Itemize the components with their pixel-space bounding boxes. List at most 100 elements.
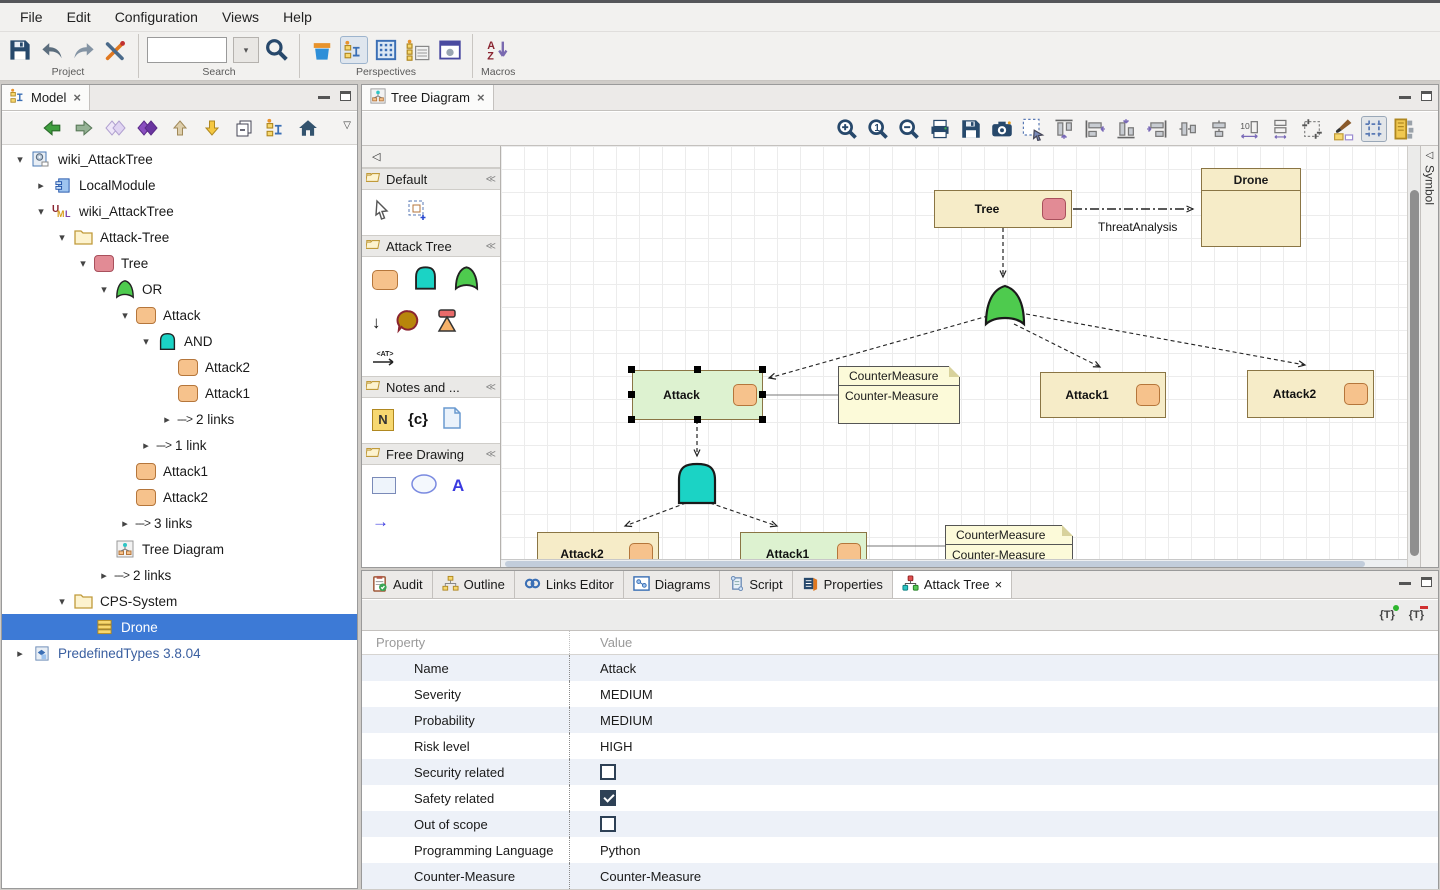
search-input[interactable] <box>147 37 227 63</box>
maximize-icon[interactable] <box>340 91 351 101</box>
paint-bucket-icon[interactable] <box>308 36 336 64</box>
at-link-tool[interactable]: <AT> <box>372 351 398 366</box>
countermeasure-note-1[interactable]: CounterMeasure Counter-Measure <box>838 366 960 424</box>
tree-item-attack1-or[interactable]: Attack1 <box>2 458 357 484</box>
cursor-tool-icon[interactable] <box>372 199 392 224</box>
format-paint-icon[interactable] <box>1330 116 1356 142</box>
table-row[interactable]: Safety related <box>362 785 1438 811</box>
close-icon[interactable]: × <box>477 90 485 105</box>
expander-icon[interactable]: ▾ <box>136 335 156 348</box>
minimize-icon[interactable] <box>1399 575 1411 585</box>
collapse-all-icon[interactable] <box>232 116 256 140</box>
home-icon[interactable] <box>296 116 320 140</box>
countermeasure-note-2[interactable]: CounterMeasure Counter-Measure <box>945 525 1073 559</box>
tree-item-wiki-attacktree-root[interactable]: ▾wiki_AttackTree <box>2 146 357 172</box>
table-row[interactable]: Name Attack <box>362 655 1438 681</box>
move-down-icon[interactable] <box>200 116 224 140</box>
redo-icon[interactable] <box>70 36 98 64</box>
selection-handle[interactable] <box>759 416 766 423</box>
tab-links-editor[interactable]: Links Editor <box>515 571 624 598</box>
selection-handle[interactable] <box>694 366 701 373</box>
expander-icon[interactable]: ▾ <box>115 309 135 322</box>
link-tool[interactable]: ↓ <box>372 313 381 333</box>
align-bottom-icon[interactable] <box>1113 116 1139 142</box>
expander-icon[interactable]: ▸ <box>94 569 114 582</box>
table-row[interactable]: Out of scope <box>362 811 1438 837</box>
save-diagram-icon[interactable] <box>958 116 984 142</box>
close-icon[interactable]: × <box>995 577 1003 592</box>
zoom-reset-icon[interactable]: 1 <box>865 116 891 142</box>
align-right-icon[interactable] <box>1144 116 1170 142</box>
tree-item-drone[interactable]: Drone <box>2 614 357 640</box>
expander-icon[interactable]: ▸ <box>10 647 30 660</box>
root-attack-tool[interactable] <box>435 308 459 337</box>
expand-symbol-icon[interactable]: ◁ <box>1426 150 1434 161</box>
tab-properties[interactable]: Properties <box>793 571 893 598</box>
attack-node-badge-icon[interactable] <box>837 543 861 559</box>
tree-item-2-links-tree[interactable]: ▸--->2 links <box>2 562 357 588</box>
menu-file[interactable]: File <box>8 3 55 31</box>
tree-item-cps-system[interactable]: ▾CPS-System <box>2 588 357 614</box>
expander-icon[interactable]: ▾ <box>31 205 51 218</box>
align-left-icon[interactable] <box>1082 116 1108 142</box>
arrow-tool[interactable]: → <box>372 512 389 532</box>
undo-icon[interactable] <box>38 36 66 64</box>
menu-views[interactable]: Views <box>210 3 271 31</box>
maximize-icon[interactable] <box>1421 577 1432 587</box>
expander-icon[interactable]: ▾ <box>52 595 72 608</box>
or-gate-tool[interactable] <box>453 265 480 294</box>
tree-item-attack2-or[interactable]: Attack2 <box>2 484 357 510</box>
sort-az-macro-icon[interactable]: AZ <box>484 36 512 64</box>
tab-outline[interactable]: Outline <box>433 571 515 598</box>
node-attack2-top[interactable]: Attack2 <box>1247 370 1374 418</box>
node-drone[interactable]: Drone <box>1201 168 1301 247</box>
section-collapse-icon[interactable]: ≪ <box>486 174 496 185</box>
node-tree[interactable]: Tree <box>934 190 1072 228</box>
center-horizontal-icon[interactable] <box>1206 116 1232 142</box>
horizontal-scrollbar[interactable] <box>501 559 1409 567</box>
search-icon[interactable] <box>263 36 291 64</box>
print-icon[interactable] <box>927 116 953 142</box>
back-icon[interactable] <box>40 116 64 140</box>
table-row[interactable]: Security related <box>362 759 1438 785</box>
model-perspective-icon[interactable] <box>340 36 368 64</box>
capture-selection-icon[interactable] <box>1020 116 1046 142</box>
table-row[interactable]: Risk level HIGH <box>362 733 1438 759</box>
center-vertical-icon[interactable] <box>1175 116 1201 142</box>
palette-section-default[interactable]: Default ≪ <box>362 168 500 190</box>
palette-section-attack-tree[interactable]: Attack Tree ≪ <box>362 235 500 257</box>
tab-audit[interactable]: Audit <box>362 571 433 598</box>
maximize-icon[interactable] <box>1421 91 1432 101</box>
attack-node-badge-icon[interactable] <box>733 384 757 406</box>
and-gate-node[interactable] <box>675 460 719 506</box>
tree-item-tree-diagram[interactable]: Tree Diagram <box>2 536 357 562</box>
forward-icon[interactable] <box>72 116 96 140</box>
table-row[interactable]: Severity MEDIUM <box>362 681 1438 707</box>
tree-node-badge-icon[interactable] <box>1042 198 1066 220</box>
tree-item-tree[interactable]: ▾Tree <box>2 250 357 276</box>
same-height-icon[interactable] <box>1268 116 1294 142</box>
tab-diagrams[interactable]: Diagrams <box>624 571 721 598</box>
comment-tool[interactable] <box>442 406 462 433</box>
expander-icon[interactable]: ▾ <box>73 257 93 270</box>
palette-section-free-drawing[interactable]: Free Drawing ≪ <box>362 443 500 465</box>
selection-handle[interactable] <box>694 416 701 423</box>
table-row[interactable]: Probability MEDIUM <box>362 707 1438 733</box>
table-row[interactable]: Programming Language Python <box>362 837 1438 863</box>
tab-attack-tree[interactable]: Attack Tree × <box>893 571 1012 598</box>
grid-icon[interactable] <box>1361 116 1387 142</box>
tree-item-2-links[interactable]: ▸--->2 links <box>2 406 357 432</box>
section-collapse-icon[interactable]: ≪ <box>486 382 496 393</box>
attack-node-badge-icon[interactable] <box>1136 384 1160 406</box>
node-attack1-bottom[interactable]: Attack1 <box>740 532 867 559</box>
palette-collapse-icon[interactable]: ◁ <box>362 146 500 168</box>
minimize-icon[interactable] <box>318 89 330 99</box>
text-tool[interactable]: A <box>452 476 464 496</box>
column-header-value[interactable]: Value <box>569 631 1438 654</box>
section-collapse-icon[interactable]: ≪ <box>486 449 496 460</box>
selection-handle[interactable] <box>628 366 635 373</box>
or-gate-node[interactable] <box>982 282 1028 328</box>
matrix-perspective-icon[interactable] <box>372 36 400 64</box>
expander-icon[interactable]: ▾ <box>52 231 72 244</box>
selection-handle[interactable] <box>628 416 635 423</box>
